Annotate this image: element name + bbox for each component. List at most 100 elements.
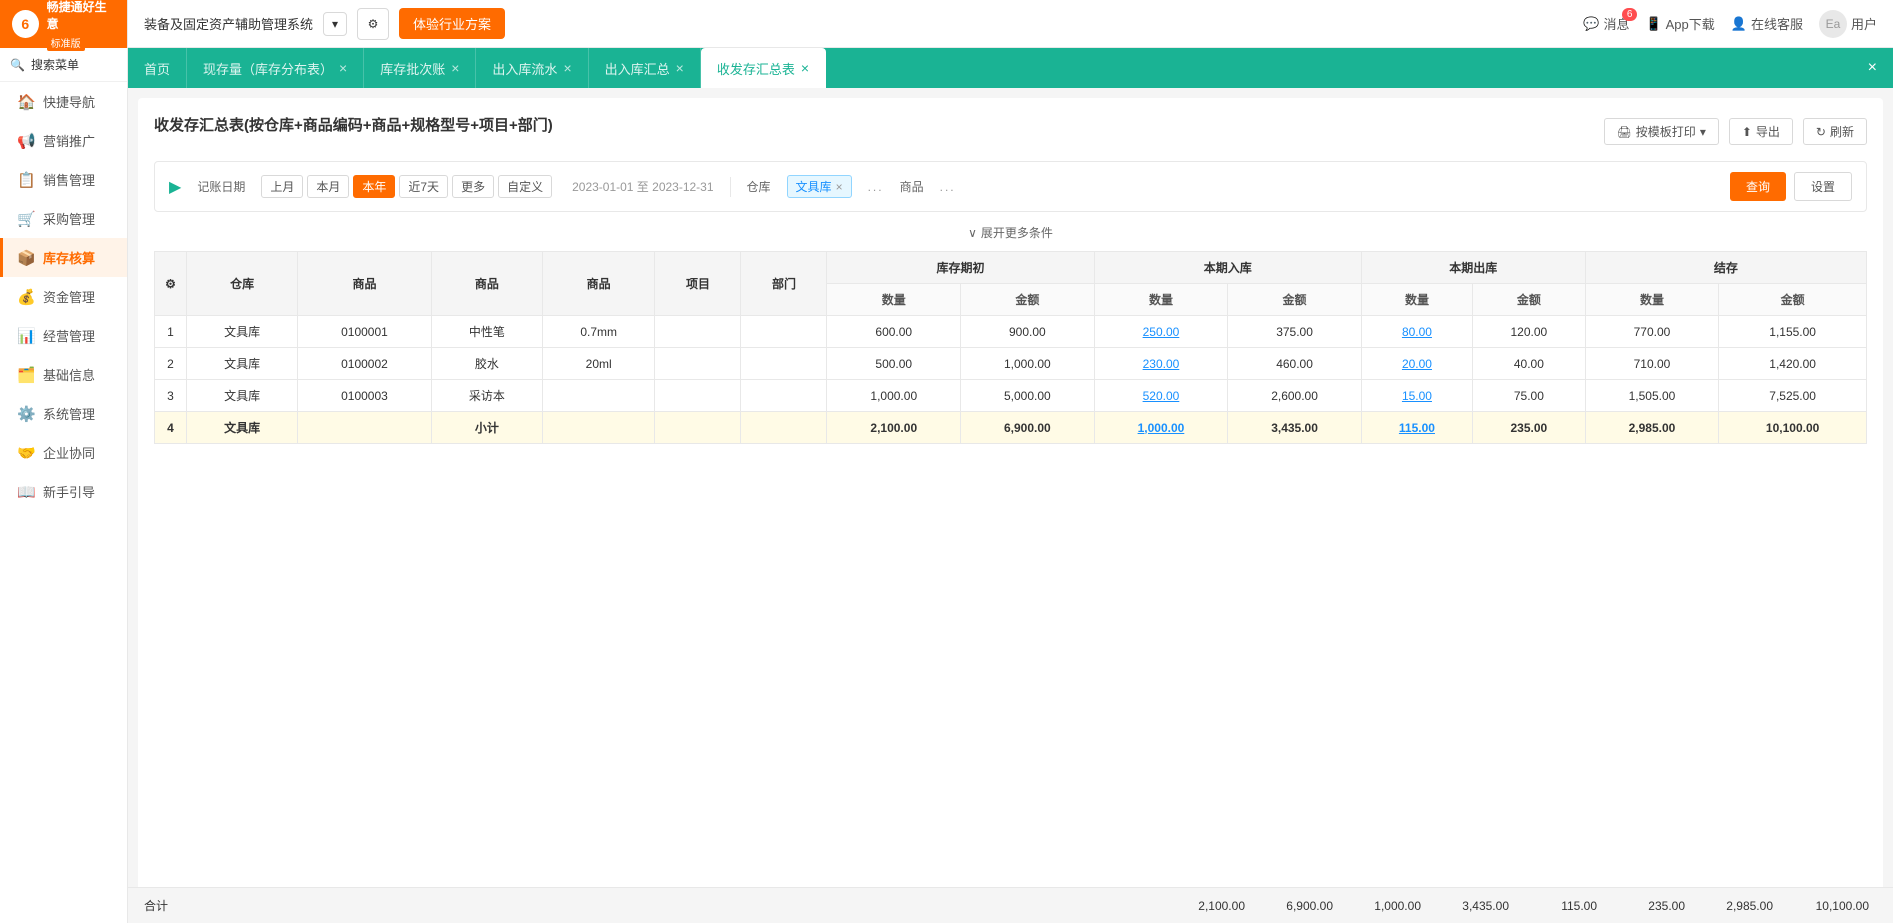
export-icon: ⬆ — [1742, 125, 1752, 139]
tab-close-icon[interactable]: × — [563, 61, 571, 75]
page-container: 收发存汇总表(按仓库+商品编码+商品+规格型号+项目+部门) 🖨 按模板打印 ▾… — [138, 98, 1883, 913]
row-out-amt: 235.00 — [1473, 412, 1586, 444]
sidebar-item-label: 基础信息 — [43, 365, 95, 384]
date-btn-custom[interactable]: 自定义 — [498, 175, 552, 198]
filter-toggle-icon[interactable]: ▶ — [169, 177, 181, 197]
col-out-amt-header: 金额 — [1473, 284, 1586, 316]
query-button[interactable]: 查询 — [1730, 172, 1786, 201]
sidebar-item-marketing[interactable]: 📢 营销推广 — [0, 121, 127, 160]
row-in-qty[interactable]: 230.00 — [1094, 348, 1228, 380]
sidebar: 6 畅捷通好生意 标准版 🔍 搜索菜单 🏠 快捷导航 📢 营销推广 📋 销售管理… — [0, 0, 128, 923]
tab-flow[interactable]: 出入库流水 × — [476, 48, 588, 88]
row-name: 胶水 — [431, 348, 542, 380]
tab-batch[interactable]: 库存批次账 × — [364, 48, 476, 88]
tab-close-icon[interactable]: × — [676, 61, 684, 75]
row-spec: 20ml — [542, 348, 655, 380]
date-buttons: 上月 本月 本年 近7天 更多 自定义 — [261, 175, 552, 198]
row-name: 中性笔 — [431, 316, 542, 348]
total-qty-open: 2,100.00 — [1165, 899, 1253, 913]
user-label: 用户 — [1851, 14, 1877, 33]
sidebar-item-quick-nav[interactable]: 🏠 快捷导航 — [0, 82, 127, 121]
total-amt-open: 6,900.00 — [1253, 899, 1341, 913]
sidebar-item-collab[interactable]: 🤝 企业协同 — [0, 433, 127, 472]
warehouse-filter-dots[interactable]: ... — [868, 180, 884, 194]
refresh-button[interactable]: ↻ 刷新 — [1803, 118, 1867, 145]
row-in-amt: 375.00 — [1228, 316, 1362, 348]
warehouse-tag[interactable]: 文具库 × — [787, 175, 852, 198]
total-amt-out: 235.00 — [1605, 899, 1693, 913]
inventory-icon: 📦 — [17, 249, 35, 267]
row-in-amt: 3,435.00 — [1228, 412, 1362, 444]
select-label: ▾ — [332, 17, 338, 31]
row-open-amt: 5,000.00 — [961, 380, 1095, 412]
tab-inventory[interactable]: 现存量（库存分布表） × — [187, 48, 364, 88]
row-in-qty[interactable]: 520.00 — [1094, 380, 1228, 412]
tab-label: 现存量（库存分布表） — [203, 59, 333, 78]
tab-close-icon[interactable]: × — [339, 61, 347, 75]
sidebar-item-basic[interactable]: 🗂️ 基础信息 — [0, 355, 127, 394]
row-in-qty[interactable]: 250.00 — [1094, 316, 1228, 348]
tab-recv-send[interactable]: 收发存汇总表 × — [701, 48, 826, 88]
row-code: 0100002 — [298, 348, 432, 380]
tab-close-icon[interactable]: × — [451, 61, 459, 75]
tab-in-out-summary[interactable]: 出入库汇总 × — [589, 48, 701, 88]
date-btn-this-month[interactable]: 本月 — [307, 175, 349, 198]
date-btn-prev-month[interactable]: 上月 — [261, 175, 303, 198]
row-warehouse: 文具库 — [187, 412, 298, 444]
total-row-values: 2,100.00 6,900.00 1,000.00 3,435.00 115.… — [1165, 899, 1877, 913]
warehouse-tag-close-icon[interactable]: × — [836, 180, 843, 194]
row-in-amt: 460.00 — [1228, 348, 1362, 380]
col-out-qty-header: 数量 — [1361, 284, 1472, 316]
row-no: 1 — [155, 316, 187, 348]
row-no: 3 — [155, 380, 187, 412]
col-settings[interactable]: ⚙ — [155, 252, 187, 316]
row-project — [655, 412, 741, 444]
system-icon: ⚙️ — [17, 405, 35, 423]
row-out-qty[interactable]: 80.00 — [1361, 316, 1472, 348]
row-spec — [542, 412, 655, 444]
row-project — [655, 316, 741, 348]
sidebar-item-label: 资金管理 — [43, 287, 95, 306]
tab-bar-close-button[interactable]: × — [1852, 59, 1893, 77]
row-bal-qty: 1,505.00 — [1585, 380, 1719, 412]
settings-button[interactable]: 设置 — [1794, 172, 1852, 201]
col-spec-header: 商品 — [542, 252, 655, 316]
row-bal-amt: 1,420.00 — [1719, 348, 1867, 380]
sidebar-item-guide[interactable]: 📖 新手引导 — [0, 472, 127, 511]
row-out-amt: 40.00 — [1473, 348, 1586, 380]
date-btn-7days[interactable]: 近7天 — [399, 175, 448, 198]
warehouse-tag-value: 文具库 — [796, 178, 832, 195]
bottom-bar: 合计 2,100.00 6,900.00 1,000.00 3,435.00 1… — [128, 887, 1893, 923]
row-out-amt: 120.00 — [1473, 316, 1586, 348]
app-download-button[interactable]: 📱 App下载 — [1645, 14, 1714, 33]
sidebar-item-finance[interactable]: 💰 资金管理 — [0, 277, 127, 316]
tab-close-icon[interactable]: × — [801, 61, 809, 75]
online-service-button[interactable]: 👤 在线客服 — [1731, 14, 1803, 33]
sidebar-item-system[interactable]: ⚙️ 系统管理 — [0, 394, 127, 433]
sidebar-item-label: 新手引导 — [43, 482, 95, 501]
trial-button[interactable]: 体验行业方案 — [399, 8, 505, 39]
sys-select[interactable]: ▾ — [323, 12, 347, 36]
row-out-qty[interactable]: 20.00 — [1361, 348, 1472, 380]
row-in-qty[interactable]: 1,000.00 — [1094, 412, 1228, 444]
tab-home[interactable]: 首页 — [128, 48, 187, 88]
sidebar-item-ops[interactable]: 📊 经营管理 — [0, 316, 127, 355]
sidebar-item-search[interactable]: 🔍 搜索菜单 — [0, 48, 127, 82]
expand-conditions-button[interactable]: ∨ 展开更多条件 — [968, 224, 1053, 241]
settings-gear-button[interactable]: ⚙ — [357, 8, 389, 40]
date-btn-more[interactable]: 更多 — [452, 175, 494, 198]
row-out-qty[interactable]: 115.00 — [1361, 412, 1472, 444]
sidebar-item-purchase[interactable]: 🛒 采购管理 — [0, 199, 127, 238]
user-button[interactable]: Ea 用户 — [1819, 10, 1877, 38]
print-button[interactable]: 🖨 按模板打印 ▾ — [1604, 118, 1719, 145]
goods-filter-dots[interactable]: ... — [940, 180, 956, 194]
col-bal-amt-header: 金额 — [1719, 284, 1867, 316]
date-btn-this-year[interactable]: 本年 — [353, 175, 395, 198]
export-button[interactable]: ⬆ 导出 — [1729, 118, 1793, 145]
sidebar-item-inventory[interactable]: 📦 库存核算 — [0, 238, 127, 277]
row-out-qty[interactable]: 15.00 — [1361, 380, 1472, 412]
header-left: 装备及固定资产辅助管理系统 ▾ ⚙ 体验行业方案 — [144, 8, 505, 40]
filter-actions: 查询 设置 — [1730, 172, 1852, 201]
sidebar-item-sales[interactable]: 📋 销售管理 — [0, 160, 127, 199]
message-button[interactable]: 💬 消息 6 — [1583, 14, 1629, 33]
